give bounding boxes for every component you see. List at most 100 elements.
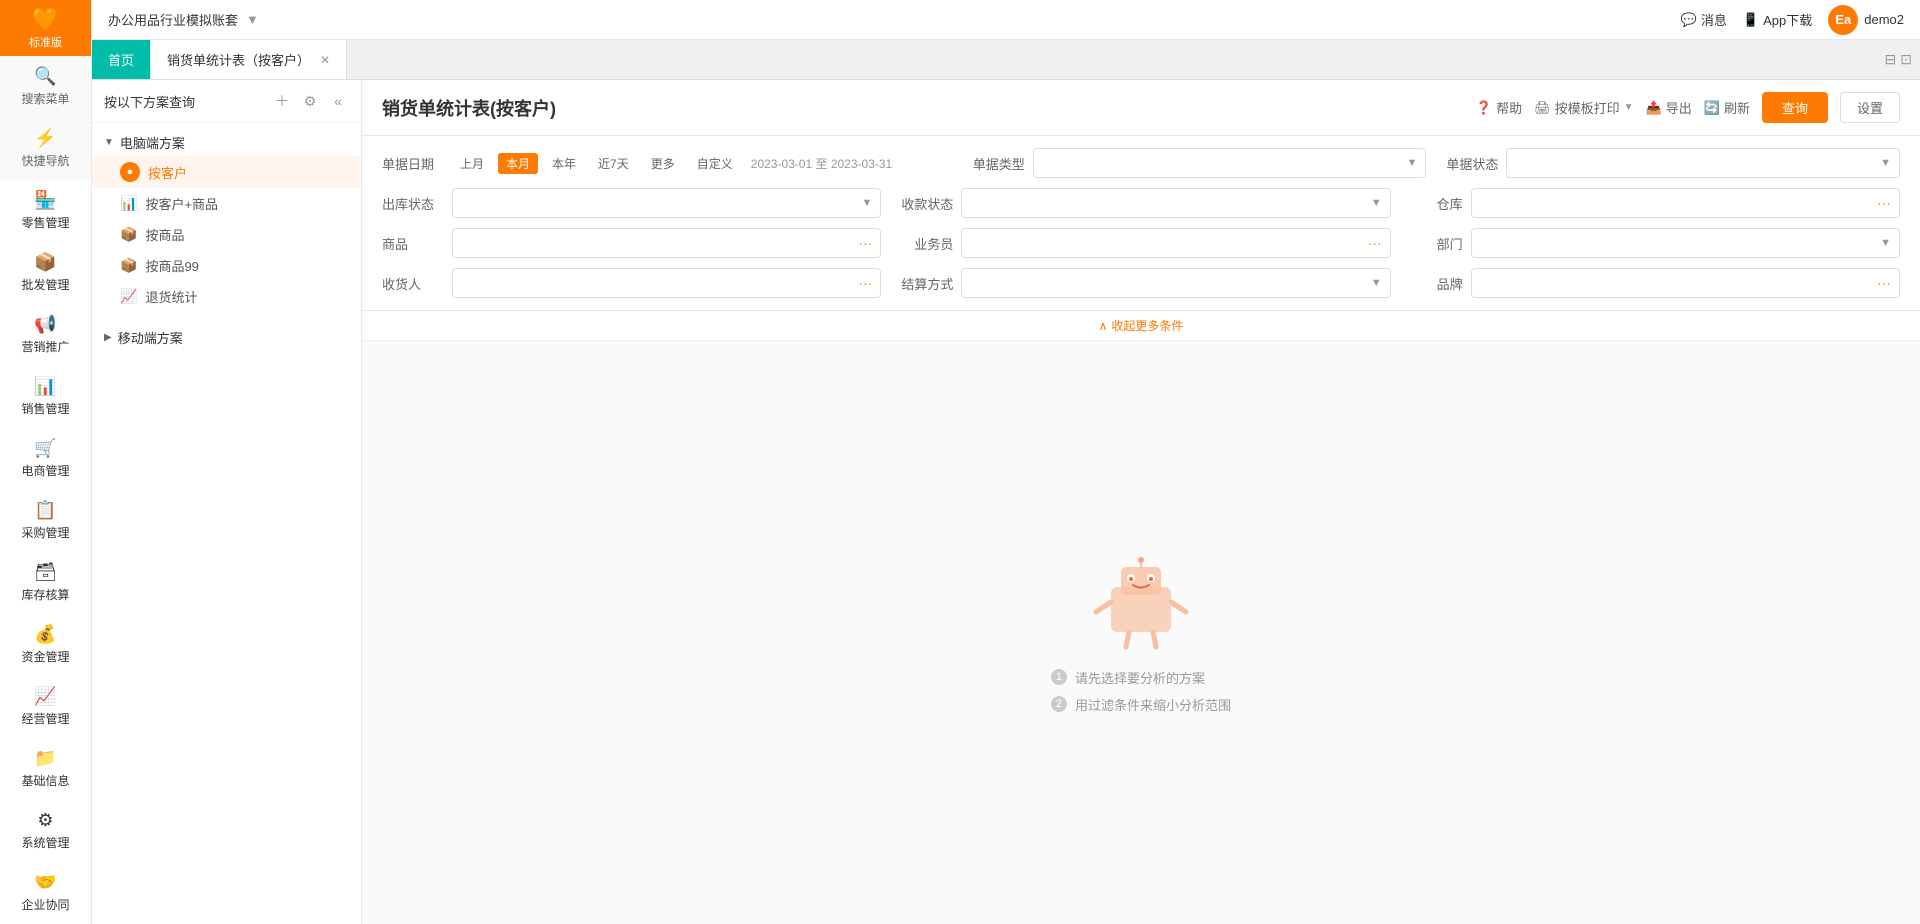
help-btn[interactable]: ❓ 帮助 (1476, 98, 1522, 117)
goods-control[interactable]: ··· (452, 228, 881, 258)
tab-actions: ⊟ ⊡ (1877, 51, 1920, 68)
brand-dots[interactable]: ··· (1877, 275, 1891, 291)
scheme-item-by-goods[interactable]: 📦 按商品 (92, 219, 361, 250)
sidebar-item-ecom[interactable]: 🛒 电商管理 (0, 428, 91, 490)
wholesale-icon: 📦 (34, 252, 56, 273)
sidebar-item-retail[interactable]: 🏪 零售管理 (0, 180, 91, 242)
print-dropdown-icon: ▼ (1624, 102, 1634, 113)
export-btn[interactable]: 📤 导出 (1646, 98, 1692, 117)
payment-method-select[interactable]: ▼ (961, 268, 1390, 298)
sidebar-item-inventory[interactable]: 🗃 库存核算 (0, 552, 91, 614)
topbar-left: 办公用品行业模拟账套 ▼ (108, 10, 259, 29)
message-label: 消息 (1701, 10, 1727, 29)
warehouse-control[interactable]: ··· (1471, 188, 1900, 218)
doc-type-select[interactable]: ▼ (1033, 148, 1427, 178)
out-status-label: 出库状态 (382, 194, 452, 213)
out-status-select[interactable]: ▼ (452, 188, 881, 218)
salesperson-dots[interactable]: ··· (1368, 235, 1382, 251)
scheme-item-goods-99[interactable]: 📦 按商品99 (92, 250, 361, 281)
brand-control[interactable]: ··· (1471, 268, 1900, 298)
tab-sales-stats[interactable]: 销货单统计表（按客户） ✕ (151, 40, 347, 79)
quick-nav-icon: ⚡ (34, 128, 56, 149)
retail-icon: 🏪 (34, 190, 56, 211)
scheme-item-by-customer[interactable]: ● 按客户 (92, 156, 361, 188)
receiver-dots[interactable]: ··· (858, 275, 872, 291)
tab-close-icon[interactable]: ✕ (320, 53, 330, 67)
collapse-label: 收起更多条件 (1111, 317, 1183, 334)
panel-header-icons: ＋ ⚙ « (271, 90, 349, 112)
sidebar-item-base[interactable]: 📁 基础信息 (0, 738, 91, 800)
help-label: 帮助 (1496, 98, 1522, 117)
receiver-label: 收货人 (382, 274, 452, 293)
return-icon: 📈 (120, 288, 137, 305)
add-scheme-btn[interactable]: ＋ (271, 90, 293, 112)
refresh-icon: 🔄 (1704, 100, 1720, 116)
empty-state: 1 请先选择要分析的方案 2 用过滤条件来缩小分析范围 (1051, 552, 1231, 714)
tab-window-max-icon[interactable]: ⊡ (1900, 51, 1912, 68)
empty-step-2: 2 用过滤条件来缩小分析范围 (1051, 695, 1231, 714)
settings-scheme-btn[interactable]: ⚙ (299, 90, 321, 112)
sidebar-item-quick[interactable]: ⚡ 快捷导航 (0, 118, 91, 180)
goods-dots[interactable]: ··· (858, 235, 872, 251)
refresh-btn[interactable]: 🔄 刷新 (1704, 98, 1750, 117)
date-label: 单据日期 (382, 154, 452, 173)
app-download-btn[interactable]: 📱 App下载 (1743, 10, 1812, 29)
dept-dropdown-icon: ▼ (1880, 237, 1891, 249)
base-icon: 📁 (34, 748, 56, 769)
tab-window-min-icon[interactable]: ⊟ (1885, 51, 1897, 68)
scheme-item-return-stats[interactable]: 📈 退货统计 (92, 281, 361, 312)
left-panel: 按以下方案查询 ＋ ⚙ « ▼ 电脑端方案 ● 按客户 📊 (92, 80, 362, 924)
scheme-item-customer-goods[interactable]: 📊 按客户+商品 (92, 188, 361, 219)
date-tab-last-month[interactable]: 上月 (452, 153, 492, 174)
sidebar-item-sales[interactable]: 📊 销售管理 (0, 366, 91, 428)
receiver-control[interactable]: ··· (452, 268, 881, 298)
doc-status-select[interactable]: ▼ (1506, 148, 1900, 178)
sidebar-item-purchase[interactable]: 📋 采购管理 (0, 490, 91, 552)
scheme-item-label: 退货统计 (145, 287, 197, 306)
app-label: App下载 (1763, 10, 1812, 29)
date-range-value: 2023-03-01 至 2023-03-31 (751, 155, 892, 172)
group-label: 移动端方案 (118, 328, 183, 347)
goods-label: 商品 (382, 234, 452, 253)
sidebar-item-system[interactable]: ⚙ 系统管理 (0, 800, 91, 862)
page-title: 销货单统计表(按客户) (382, 95, 556, 121)
date-tab-more[interactable]: 更多 (643, 153, 683, 174)
topbar: 办公用品行业模拟账套 ▼ 💬 消息 📱 App下载 Ea demo2 (92, 0, 1920, 40)
sidebar-logo: 🧡 标准版 (0, 0, 91, 56)
scheme-group-desktop-title[interactable]: ▼ 电脑端方案 (92, 129, 361, 156)
empty-step-1: 1 请先选择要分析的方案 (1051, 668, 1231, 687)
collapse-panel-btn[interactable]: « (327, 90, 349, 112)
message-btn[interactable]: 💬 消息 (1681, 10, 1727, 29)
sidebar-item-label: 系统管理 (21, 834, 69, 851)
date-tab-7days[interactable]: 近7天 (590, 153, 637, 174)
sidebar-item-wholesale[interactable]: 📦 批发管理 (0, 242, 91, 304)
app-name: 办公用品行业模拟账套 (108, 10, 238, 29)
user-menu[interactable]: Ea demo2 (1828, 5, 1904, 35)
sidebar-item-enterprise[interactable]: 🤝 企业协同 (0, 862, 91, 924)
query-button[interactable]: 查询 (1762, 92, 1828, 123)
filter-row-1: 单据日期 上月 本月 本年 近7天 更多 自定义 2023-03-01 至 20… (382, 148, 1900, 178)
date-tab-custom[interactable]: 自定义 (689, 153, 741, 174)
warehouse-dots[interactable]: ··· (1877, 195, 1891, 211)
sidebar-item-search[interactable]: 🔍 搜索菜单 (0, 56, 91, 118)
scheme-group-mobile-title[interactable]: ▶ 移动端方案 (92, 324, 361, 351)
settings-button[interactable]: 设置 (1840, 92, 1900, 123)
logo-text: 标准版 (29, 34, 62, 50)
dept-select[interactable]: ▼ (1471, 228, 1900, 258)
collapse-filters-btn[interactable]: ∧ 收起更多条件 (362, 311, 1920, 340)
sidebar-item-finance[interactable]: 💰 资金管理 (0, 614, 91, 676)
purchase-icon: 📋 (34, 500, 56, 521)
sidebar-item-label: 批发管理 (21, 276, 69, 293)
tab-home[interactable]: 首页 (92, 40, 151, 79)
topbar-right: 💬 消息 📱 App下载 Ea demo2 (1681, 5, 1904, 35)
sidebar-item-marketing[interactable]: 📢 营销推广 (0, 304, 91, 366)
logo-icon: 🧡 (32, 6, 59, 32)
doc-status-label: 单据状态 (1426, 154, 1506, 173)
date-tab-this-month[interactable]: 本月 (498, 153, 538, 174)
salesperson-control[interactable]: ··· (961, 228, 1390, 258)
payment-status-select[interactable]: ▼ (961, 188, 1390, 218)
print-btn[interactable]: 🖨 按模板打印 ▼ (1534, 98, 1633, 117)
sidebar-item-operation[interactable]: 📈 经营管理 (0, 676, 91, 738)
date-tab-this-year[interactable]: 本年 (544, 153, 584, 174)
app-name-dropdown-icon[interactable]: ▼ (246, 12, 259, 27)
